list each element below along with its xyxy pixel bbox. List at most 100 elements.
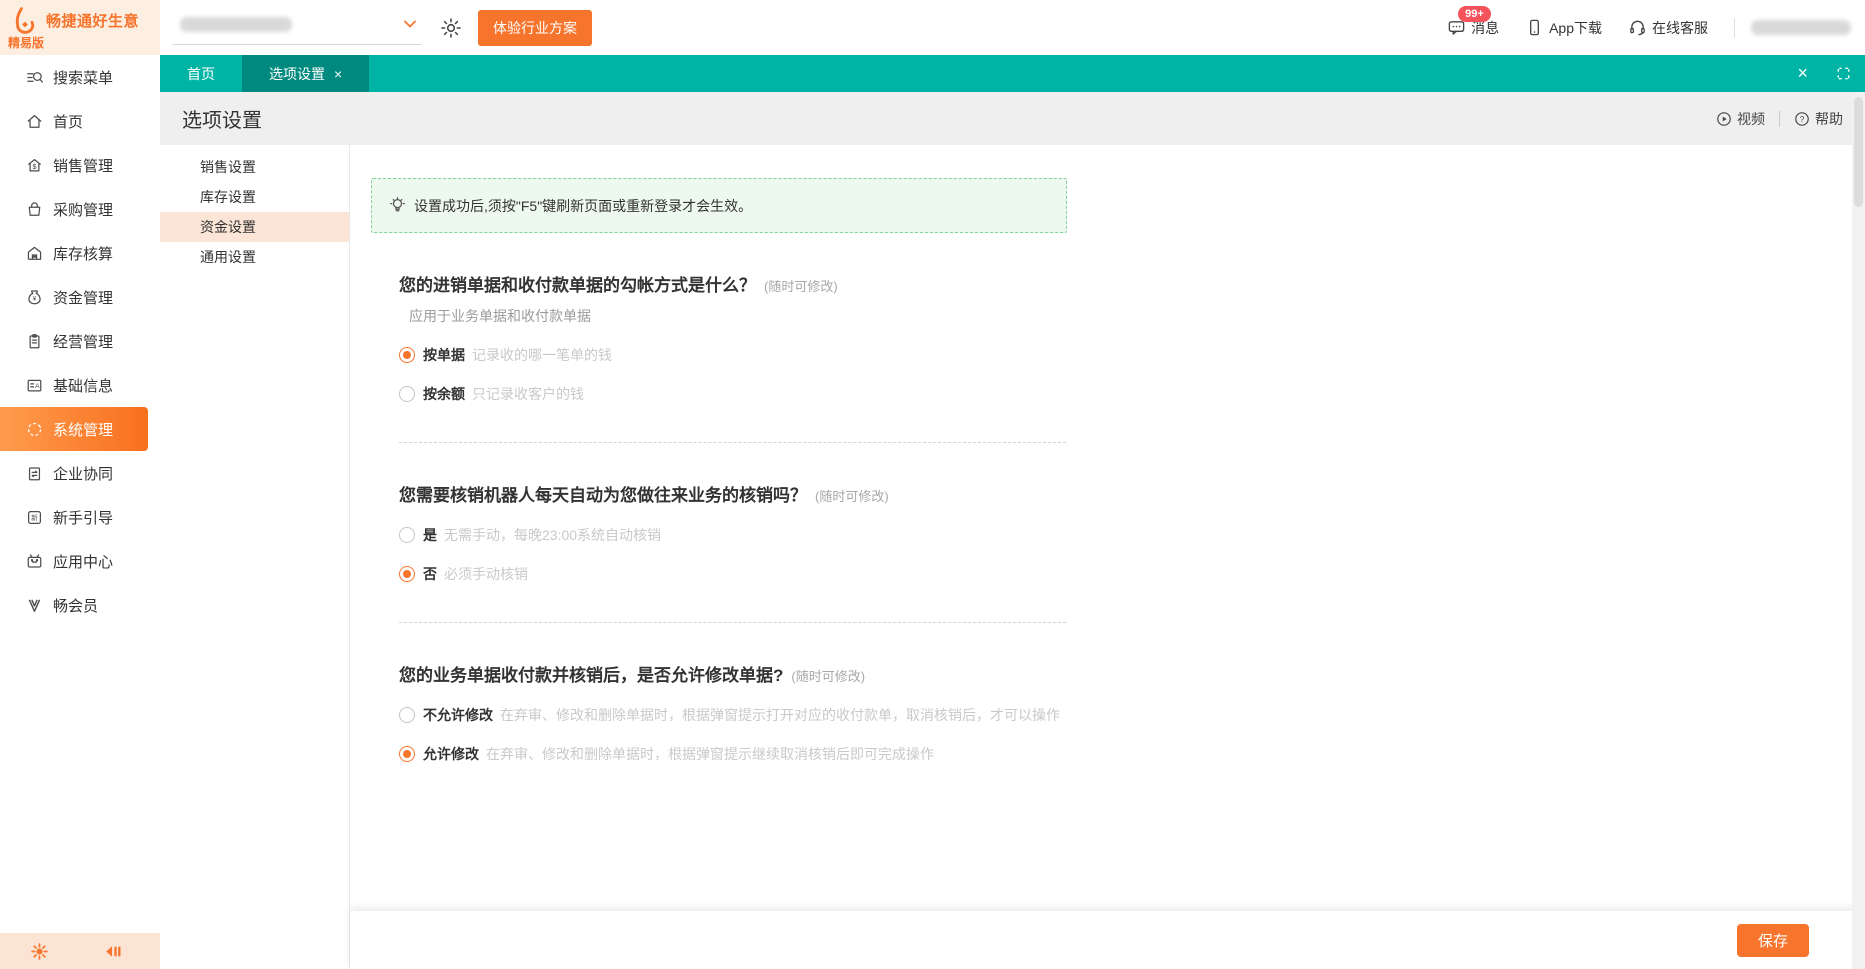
member-icon bbox=[25, 596, 44, 615]
radio-checked-icon[interactable] bbox=[399, 566, 415, 582]
sidebar-item-basic-info[interactable]: A 基础信息 bbox=[0, 363, 160, 407]
help-link[interactable]: ? 帮助 bbox=[1794, 109, 1843, 129]
content-area: 销售设置 库存设置 资金设置 通用设置 设置成功后,须按"F5"键刷新页面或重新… bbox=[160, 145, 1865, 969]
sidebar-item-collaboration[interactable]: 企业协同 bbox=[0, 451, 160, 495]
sidebar-item-newbie[interactable]: 新 新手引导 bbox=[0, 495, 160, 539]
tab-close-icon[interactable]: × bbox=[334, 67, 342, 81]
logo-area: 畅捷通好生意 精易版 bbox=[0, 0, 160, 55]
sidebar-menu: 搜索菜单 首页 $ 销售管理 采购管理 库存核算 ¥ 资金管理 经营管理 A 基… bbox=[0, 55, 160, 933]
sidebar: 畅捷通好生意 精易版 搜索菜单 首页 $ 销售管理 采购管理 库存核算 ¥ 资金… bbox=[0, 0, 160, 969]
radio-checked-icon[interactable] bbox=[399, 347, 415, 363]
tab-option-settings[interactable]: 选项设置 × bbox=[242, 55, 370, 92]
help-question-icon: ? bbox=[1795, 111, 1809, 126]
brand-name: 畅捷通好生意 bbox=[46, 13, 140, 30]
subnav-item-funds-settings[interactable]: 资金设置 bbox=[160, 212, 349, 242]
brand-edition: 精易版 bbox=[8, 36, 45, 50]
sidebar-item-funds[interactable]: ¥ 资金管理 bbox=[0, 275, 160, 319]
question-auto-writeoff: 您需要核销机器人每天自动为您做往来业务的核销吗？ (随时可修改) 是 无需手动，每… bbox=[399, 481, 1865, 584]
radio-option-allow-modify[interactable]: 允许修改 在弃审、修改和删除单据时，根据弹窗提示继续取消核销后即可完成操作 bbox=[399, 744, 1865, 764]
question-note: (随时可修改) bbox=[815, 489, 889, 504]
sidebar-bottom-bar bbox=[0, 933, 160, 969]
radio-option-by-document[interactable]: 按单据 记录收的哪一笔单的钱 bbox=[399, 345, 1865, 365]
radio-unchecked-icon[interactable] bbox=[399, 707, 415, 723]
question-title: 您需要核销机器人每天自动为您做往来业务的核销吗？ (随时可修改) bbox=[399, 486, 889, 505]
sidebar-item-label: 新手引导 bbox=[53, 509, 114, 527]
question-title: 您的业务单据收付款并核销后，是否允许修改单据? (随时可修改) bbox=[399, 666, 866, 685]
radio-unchecked-icon[interactable] bbox=[399, 386, 415, 402]
sidebar-item-app-center[interactable]: 应用中心 bbox=[0, 539, 160, 583]
gear-icon[interactable] bbox=[440, 17, 462, 39]
collapse-sidebar-icon[interactable] bbox=[103, 942, 122, 961]
app-download-label: App下载 bbox=[1549, 19, 1602, 36]
tabbar: 首页 选项设置 × × bbox=[160, 55, 1865, 92]
subnav-item-inventory-settings[interactable]: 库存设置 bbox=[160, 182, 349, 212]
sidebar-item-search-menu[interactable]: 搜索菜单 bbox=[0, 55, 160, 99]
settings-subnav: 销售设置 库存设置 资金设置 通用设置 bbox=[160, 145, 350, 969]
settings-gear-icon[interactable] bbox=[30, 942, 49, 961]
sidebar-item-label: 畅会员 bbox=[53, 597, 99, 615]
brand-logo-icon bbox=[10, 6, 40, 36]
phone-icon bbox=[1530, 19, 1540, 36]
redacted-username[interactable] bbox=[1751, 20, 1851, 35]
scrollbar-track[interactable] bbox=[1852, 92, 1865, 969]
sidebar-item-sales[interactable]: $ 销售管理 bbox=[0, 143, 160, 187]
subnav-item-general-settings[interactable]: 通用设置 bbox=[160, 242, 349, 272]
page-header: 选项设置 视频 ? 帮助 bbox=[160, 92, 1865, 145]
svg-text:$: $ bbox=[33, 162, 37, 170]
settings-panel: 设置成功后,须按"F5"键刷新页面或重新登录才会生效。 您的进销单据和收付款单据… bbox=[350, 145, 1865, 969]
sidebar-item-label: 经营管理 bbox=[53, 333, 114, 351]
messages-button[interactable]: 99+ 消息 bbox=[1447, 5, 1499, 38]
fullscreen-icon[interactable] bbox=[1822, 55, 1865, 92]
home-icon bbox=[25, 112, 44, 131]
svg-text:新: 新 bbox=[31, 513, 38, 522]
radio-option-disallow-modify[interactable]: 不允许修改 在弃审、修改和删除单据时，根据弹窗提示打开对应的收付款单，取消核销后… bbox=[399, 705, 1865, 725]
question-note: (随时可修改) bbox=[791, 669, 866, 684]
video-play-icon bbox=[1717, 111, 1731, 126]
radio-option-by-balance[interactable]: 按余额 只记录收客户的钱 bbox=[399, 384, 1865, 404]
sidebar-item-label: 应用中心 bbox=[53, 553, 114, 571]
funds-icon: ¥ bbox=[25, 288, 44, 307]
app-download-button[interactable]: App下载 bbox=[1525, 18, 1602, 38]
online-service-button[interactable]: 在线客服 bbox=[1628, 18, 1708, 38]
tab-home[interactable]: 首页 bbox=[160, 55, 242, 92]
topbar: 体验行业方案 99+ 消息 App下载 在线客服 bbox=[160, 0, 1865, 55]
inventory-icon bbox=[25, 244, 44, 263]
page-title: 选项设置 bbox=[182, 110, 262, 132]
sidebar-item-label: 销售管理 bbox=[53, 157, 114, 175]
sidebar-item-operation[interactable]: 经营管理 bbox=[0, 319, 160, 363]
headset-icon bbox=[1630, 20, 1645, 36]
collaboration-icon bbox=[25, 464, 44, 483]
radio-option-no[interactable]: 否 必须手动核销 bbox=[399, 564, 1865, 584]
scrollbar-thumb[interactable] bbox=[1854, 97, 1863, 207]
messages-badge: 99+ bbox=[1458, 5, 1491, 22]
subnav-item-sales-settings[interactable]: 销售设置 bbox=[160, 152, 349, 182]
basic-info-icon: A bbox=[25, 376, 44, 395]
company-select[interactable] bbox=[172, 11, 422, 45]
video-link[interactable]: 视频 bbox=[1716, 109, 1765, 129]
notice-banner: 设置成功后,须按"F5"键刷新页面或重新登录才会生效。 bbox=[371, 178, 1067, 233]
radio-option-yes[interactable]: 是 无需手动，每晚23:00系统自动核销 bbox=[399, 525, 1865, 545]
sidebar-item-label: 采购管理 bbox=[53, 201, 114, 219]
sidebar-item-home[interactable]: 首页 bbox=[0, 99, 160, 143]
operation-icon bbox=[25, 332, 44, 351]
sidebar-item-member[interactable]: 畅会员 bbox=[0, 583, 160, 627]
close-all-tabs-icon[interactable]: × bbox=[1783, 55, 1822, 92]
help-label: 帮助 bbox=[1815, 110, 1843, 127]
section-divider bbox=[399, 442, 1066, 443]
video-label: 视频 bbox=[1737, 110, 1765, 127]
purchase-icon bbox=[25, 200, 44, 219]
sales-icon: $ bbox=[25, 156, 44, 175]
save-button[interactable]: 保存 bbox=[1737, 923, 1809, 957]
sidebar-item-label: 基础信息 bbox=[53, 377, 114, 395]
svg-text:?: ? bbox=[1800, 114, 1805, 123]
sidebar-item-label: 库存核算 bbox=[53, 245, 114, 263]
radio-checked-icon[interactable] bbox=[399, 746, 415, 762]
experience-plan-button[interactable]: 体验行业方案 bbox=[478, 9, 592, 46]
sidebar-item-system[interactable]: 系统管理 bbox=[0, 407, 148, 451]
lightbulb-icon bbox=[390, 197, 405, 212]
radio-unchecked-icon[interactable] bbox=[399, 527, 415, 543]
sidebar-item-label: 首页 bbox=[53, 113, 84, 131]
sidebar-item-inventory[interactable]: 库存核算 bbox=[0, 231, 160, 275]
sidebar-item-purchase[interactable]: 采购管理 bbox=[0, 187, 160, 231]
system-icon bbox=[25, 420, 44, 439]
